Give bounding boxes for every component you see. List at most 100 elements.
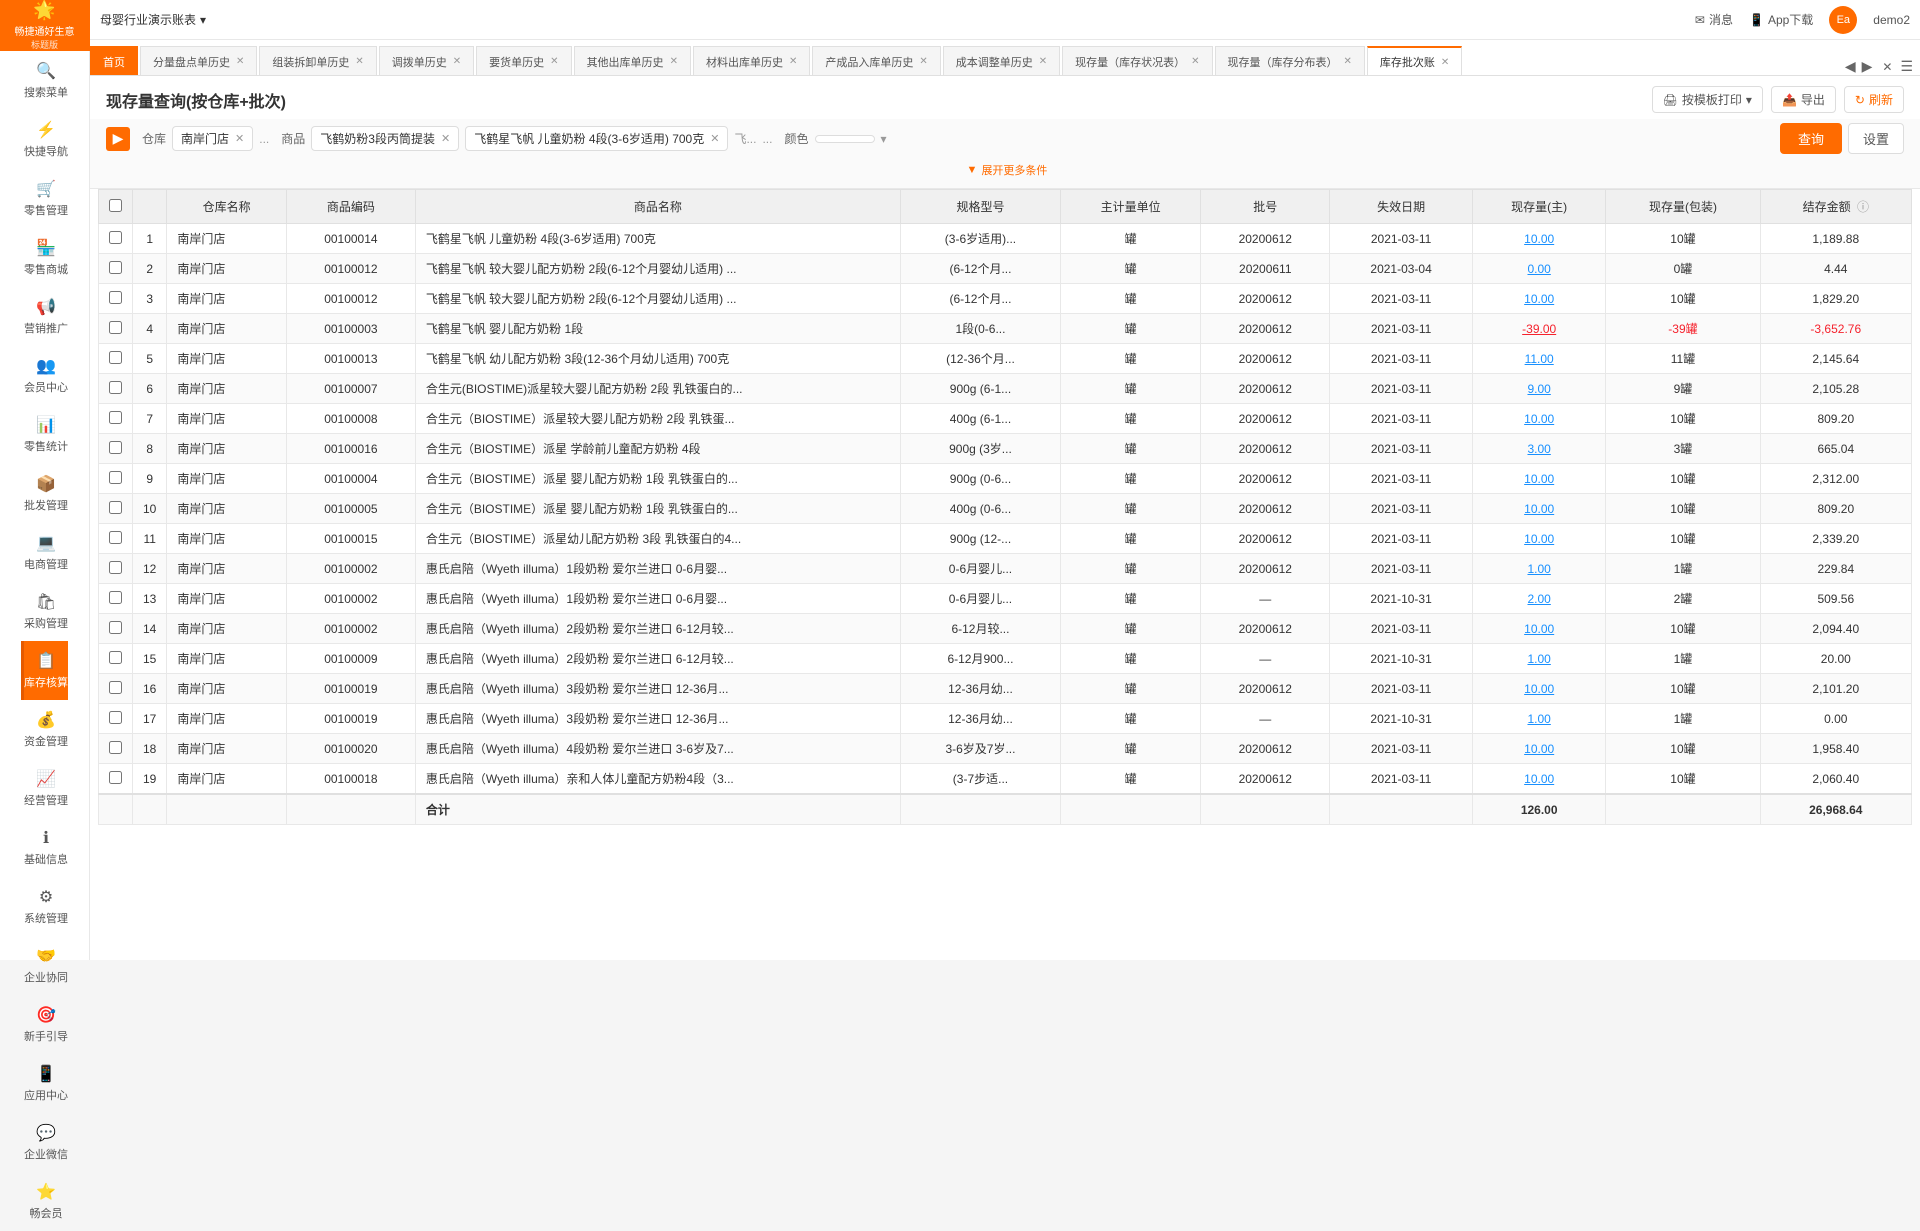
tab-close-icon[interactable]: ✕ [453,56,461,67]
sidebar-item-零售管理[interactable]: 🛒零售管理 [21,169,68,228]
tab-close-icon[interactable]: ✕ [1344,56,1352,67]
row-qty-main[interactable]: 10.00 [1472,284,1605,314]
sidebar-item-系统管理[interactable]: ⚙系统管理 [21,877,68,936]
row-qty-main[interactable]: 10.00 [1472,404,1605,434]
product-tag-2-close[interactable]: ✕ [710,132,719,145]
row-checkbox[interactable] [99,704,133,734]
row-checkbox[interactable] [99,494,133,524]
row-qty-main[interactable]: 10.00 [1472,494,1605,524]
tab-close-icon[interactable]: ✕ [236,56,244,67]
product-extra-dots[interactable]: ... [762,132,772,146]
sidebar-item-零售统计[interactable]: 📊零售统计 [21,405,68,464]
warehouse-dots[interactable]: ... [259,132,269,146]
app-download-btn[interactable]: 📱 App下载 [1749,11,1813,28]
row-qty-main[interactable]: 10.00 [1472,614,1605,644]
row-checkbox[interactable] [99,674,133,704]
tab-现存量（库存分布表）[interactable]: 现存量（库存分布表）✕ [1215,46,1365,75]
tab-next-arrow[interactable]: ▶ [1859,58,1876,75]
row-qty-main[interactable]: 10.00 [1472,764,1605,795]
tab-首页[interactable]: 首页 [90,46,138,75]
row-qty-main[interactable]: 1.00 [1472,554,1605,584]
product-dots[interactable]: 飞... [734,130,756,147]
warehouse-tag[interactable]: 南岸门店 ✕ [172,126,253,151]
row-checkbox[interactable] [99,734,133,764]
sidebar-item-会员中心[interactable]: 👥会员中心 [21,346,68,405]
select-all-checkbox[interactable] [109,199,122,212]
tab-材料出库单历史[interactable]: 材料出库单历史✕ [693,46,810,75]
sidebar-item-库存核算[interactable]: 📋库存核算 [21,641,68,700]
tab-close-icon[interactable]: ✕ [919,56,927,67]
tab-组装拆卸单历史[interactable]: 组装拆卸单历史✕ [259,46,376,75]
sidebar-item-基础信息[interactable]: ℹ基础信息 [21,818,68,877]
row-checkbox[interactable] [99,554,133,584]
color-tag[interactable] [815,135,875,143]
sidebar-item-企业协同[interactable]: 🤝企业协同 [21,936,68,995]
row-qty-main[interactable]: 10.00 [1472,464,1605,494]
tab-close-icon[interactable]: ✕ [355,56,363,67]
setting-button[interactable]: 设置 [1848,123,1904,154]
row-checkbox[interactable] [99,284,133,314]
row-checkbox[interactable] [99,764,133,795]
row-qty-main[interactable]: 1.00 [1472,644,1605,674]
topbar-selector[interactable]: 母婴行业演示账表 ▾ [100,11,210,28]
warehouse-close-icon[interactable]: ✕ [235,132,244,145]
tab-调拨单历史[interactable]: 调拨单历史✕ [379,46,474,75]
sidebar-item-采购管理[interactable]: 🛍采购管理 [21,582,68,641]
row-checkbox[interactable] [99,254,133,284]
row-qty-main[interactable]: 10.00 [1472,524,1605,554]
row-qty-main[interactable]: 1.00 [1472,704,1605,734]
tab-分量盘点单历史[interactable]: 分量盘点单历史✕ [140,46,257,75]
tab-menu-icon[interactable]: ☰ [1897,58,1916,75]
row-qty-main[interactable]: 10.00 [1472,734,1605,764]
th-checkbox[interactable] [99,190,133,224]
row-checkbox[interactable] [99,614,133,644]
filter-expand[interactable]: ▼ 展开更多条件 [106,158,1904,182]
row-qty-main[interactable]: 11.00 [1472,344,1605,374]
sidebar-item-资金管理[interactable]: 💰资金管理 [21,700,68,759]
row-checkbox[interactable] [99,314,133,344]
row-checkbox[interactable] [99,584,133,614]
export-button[interactable]: 📤 导出 [1771,86,1836,113]
tab-现存量（库存状况表）[interactable]: 现存量（库存状况表）✕ [1062,46,1212,75]
sidebar-item-快捷导航[interactable]: ⚡快捷导航 [21,110,68,169]
filter-arrow-btn[interactable]: ▶ [106,127,130,151]
sidebar-item-电商管理[interactable]: 💻电商管理 [21,523,68,582]
tab-要货单历史[interactable]: 要货单历史✕ [476,46,571,75]
row-checkbox[interactable] [99,434,133,464]
tab-close-all[interactable]: ✕ [1879,60,1895,74]
row-checkbox[interactable] [99,224,133,254]
row-qty-main[interactable]: 10.00 [1472,224,1605,254]
color-dropdown-icon[interactable]: ▾ [881,132,887,146]
sidebar-item-新手引导[interactable]: 🎯新手引导 [21,995,68,1054]
row-qty-main[interactable]: 9.00 [1472,374,1605,404]
product-tag-1[interactable]: 飞鹤奶粉3段丙筒提装 ✕ [311,126,459,151]
row-checkbox[interactable] [99,404,133,434]
product-tag-1-close[interactable]: ✕ [441,132,450,145]
tab-close-icon[interactable]: ✕ [1191,56,1199,67]
sidebar-item-零售商城[interactable]: 🏪零售商城 [21,228,68,287]
sidebar-item-营销推广[interactable]: 📢营销推广 [21,287,68,346]
tab-库存批次账[interactable]: 库存批次账✕ [1367,46,1462,75]
row-checkbox[interactable] [99,464,133,494]
balance-info-icon[interactable]: ⓘ [1857,200,1869,214]
sidebar-item-畅会员[interactable]: ⭐畅会员 [21,1172,68,1231]
row-qty-main[interactable]: 10.00 [1472,674,1605,704]
tab-prev-arrow[interactable]: ◀ [1842,58,1859,75]
row-checkbox[interactable] [99,344,133,374]
tab-close-icon[interactable]: ✕ [1039,56,1047,67]
tab-close-icon[interactable]: ✕ [1441,57,1449,68]
query-button[interactable]: 查询 [1780,123,1842,154]
message-btn[interactable]: ✉ 消息 [1695,11,1733,28]
product-tag-2[interactable]: 飞鹤星飞帆 儿童奶粉 4段(3-6岁适用) 700克 ✕ [465,126,728,151]
tab-成本调整单历史[interactable]: 成本调整单历史✕ [943,46,1060,75]
refresh-button[interactable]: ↻ 刷新 [1844,86,1904,113]
sidebar-item-应用中心[interactable]: 📱应用中心 [21,1054,68,1113]
sidebar-item-经营管理[interactable]: 📈经营管理 [21,759,68,818]
tab-其他出库单历史[interactable]: 其他出库单历史✕ [574,46,691,75]
row-qty-main[interactable]: 2.00 [1472,584,1605,614]
row-qty-main[interactable]: 0.00 [1472,254,1605,284]
row-checkbox[interactable] [99,644,133,674]
row-qty-main[interactable]: -39.00 [1472,314,1605,344]
print-button[interactable]: 🖨 按模板打印 ▾ [1652,86,1763,113]
sidebar-item-企业微信[interactable]: 💬企业微信 [21,1113,68,1172]
